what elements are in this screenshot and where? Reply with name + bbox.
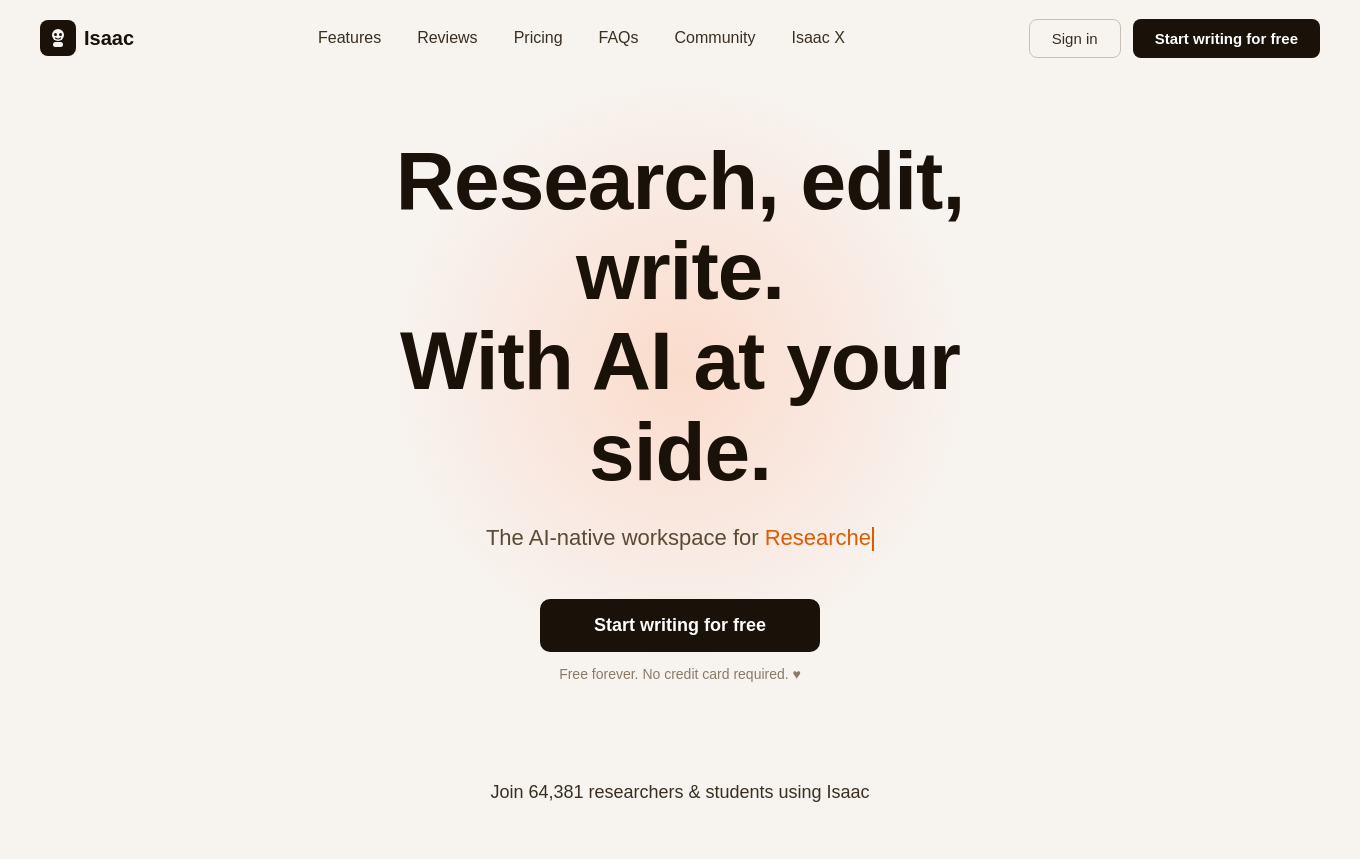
hero-cta: Start writing for free Free forever. No … xyxy=(396,599,964,682)
nav-link-features[interactable]: Features xyxy=(318,29,381,46)
logo-label: Isaac xyxy=(84,27,134,50)
svg-rect-1 xyxy=(53,42,63,47)
fine-print: Free forever. No credit card required. ♥ xyxy=(396,666,964,682)
hero-title: Research, edit, write. With AI at your s… xyxy=(396,136,964,497)
svg-point-2 xyxy=(54,33,57,36)
logo-icon xyxy=(40,20,76,56)
hero-content: Research, edit, write. With AI at your s… xyxy=(396,136,964,682)
nav-link-reviews[interactable]: Reviews xyxy=(417,29,477,46)
nav-link-isaac-x[interactable]: Isaac X xyxy=(791,29,844,46)
typing-cursor xyxy=(872,527,874,551)
join-banner: Join 64,381 researchers & students using… xyxy=(0,722,1360,823)
join-text: Join 64,381 researchers & students using… xyxy=(490,782,869,802)
nav-link-faqs[interactable]: FAQs xyxy=(599,29,639,46)
nav-actions: Sign in Start writing for free xyxy=(1029,19,1320,58)
start-writing-hero-button[interactable]: Start writing for free xyxy=(540,599,820,652)
navbar: Isaac Features Reviews Pricing FAQs Comm… xyxy=(0,0,1360,76)
subtitle-typed: Researche xyxy=(765,525,874,550)
logo-link[interactable]: Isaac xyxy=(40,20,134,56)
start-writing-nav-button[interactable]: Start writing for free xyxy=(1133,19,1320,58)
sign-in-button[interactable]: Sign in xyxy=(1029,19,1121,58)
hero-subtitle: The AI-native workspace for Researche xyxy=(396,525,964,551)
nav-links: Features Reviews Pricing FAQs Community … xyxy=(318,29,845,47)
svg-point-3 xyxy=(59,33,62,36)
nav-link-pricing[interactable]: Pricing xyxy=(514,29,563,46)
subtitle-prefix: The AI-native workspace for xyxy=(486,525,765,550)
hero-section: Research, edit, write. With AI at your s… xyxy=(0,76,1360,722)
nav-link-community[interactable]: Community xyxy=(675,29,756,46)
